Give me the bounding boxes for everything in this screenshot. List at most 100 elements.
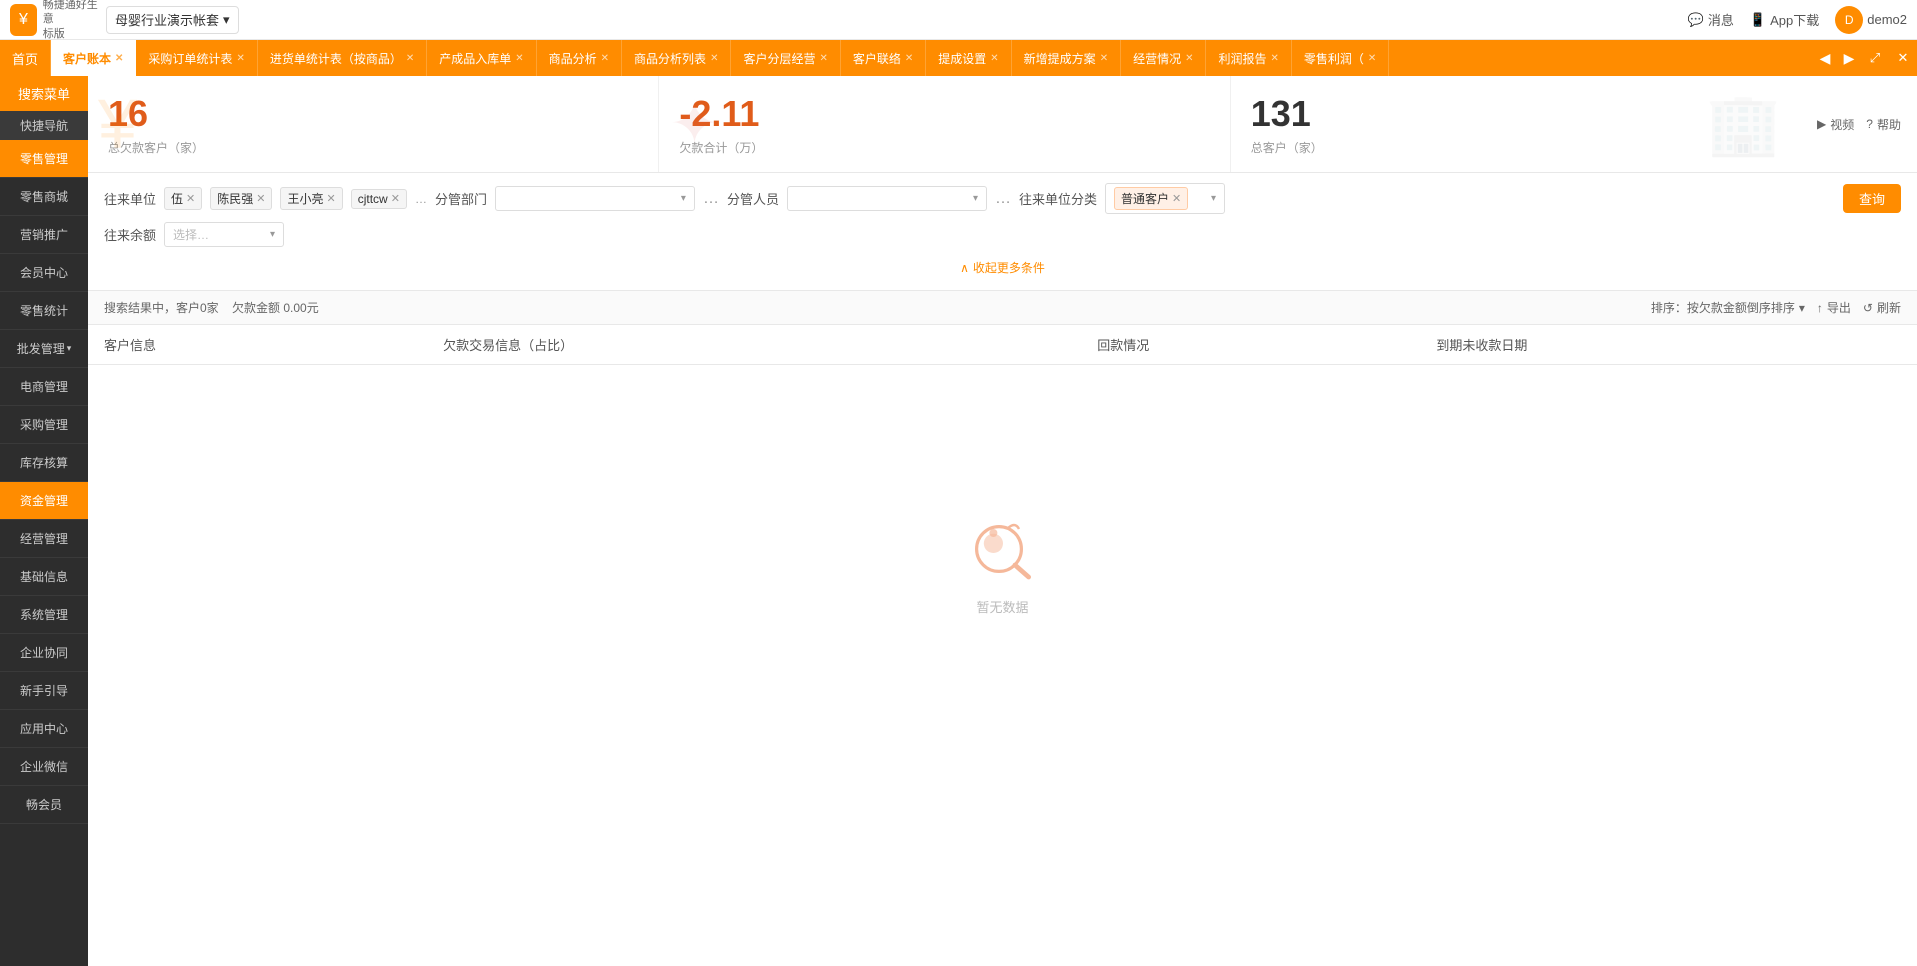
stats-bar: ¥ 16 总欠款客户（家） ✦ -2.11 欠款合计（万） 🏢 131 总客户（… [88,76,1917,173]
close-icon[interactable]: ✕ [1271,53,1279,64]
remove-category[interactable]: ✕ [1172,192,1181,205]
sidebar-item-operations[interactable]: 经营管理 [0,520,88,558]
stat-card-total-customers2: 🏢 131 总客户（家） [1231,76,1801,172]
close-icon[interactable]: ✕ [1368,53,1376,64]
tab-customer-contact[interactable]: 客户联络 ✕ [841,40,926,76]
refresh-button[interactable]: ↺ 刷新 [1863,299,1901,316]
sidebar-item-inventory[interactable]: 库存核算 [0,444,88,482]
sidebar-item-purchase[interactable]: 采购管理 [0,406,88,444]
avatar: D [1835,6,1863,34]
filter-more-tags[interactable]: … [415,192,427,206]
close-icon[interactable]: ✕ [1100,53,1108,64]
sidebar-quick-nav[interactable]: 快捷导航 [0,111,88,140]
user-area[interactable]: D demo2 [1835,6,1907,34]
branch-dept-select[interactable]: ▾ [495,186,695,211]
tab-customer-book[interactable]: 客户账本 ✕ [51,40,136,76]
sidebar-item-finance[interactable]: 资金管理 [0,482,88,520]
store-selector[interactable]: 母婴行业演示帐套 ▾ [106,6,239,34]
tab-profit-report[interactable]: 利润报告 ✕ [1206,40,1291,76]
stat-card-debt: ✦ -2.11 欠款合计（万） [659,76,1230,172]
close-icon[interactable]: ✕ [236,53,244,64]
close-icon[interactable]: ✕ [406,53,414,64]
query-button[interactable]: 查询 [1843,184,1901,213]
filter-bar: 往来单位 伍 ✕ 陈民强 ✕ 王小亮 ✕ cjttcw ✕ … [88,173,1917,291]
close-icon[interactable]: ✕ [990,53,998,64]
tab-product-in[interactable]: 产成品入库单 ✕ [427,40,536,76]
sidebar-item-retail[interactable]: 零售管理 [0,140,88,178]
nav-prev-arrow[interactable]: ◀ [1813,40,1837,76]
close-icon[interactable]: ✕ [1185,53,1193,64]
remove-tag-wang[interactable]: ✕ [327,192,336,205]
stat-card-total-customers: ¥ 16 总欠款客户（家） [88,76,659,172]
sidebar-item-member[interactable]: 会员中心 [0,254,88,292]
filter-row-2: 往来余额 选择… ▾ [104,222,1901,247]
close-icon[interactable]: ✕ [515,53,523,64]
close-icon[interactable]: ✕ [819,53,827,64]
sidebar-item-system[interactable]: 系统管理 [0,596,88,634]
nav-maximize-btn[interactable]: ⤢ [1861,40,1889,76]
export-button[interactable]: ↑ 导出 [1817,299,1851,316]
phone-icon: 📱 [1750,12,1766,28]
sidebar-item-ecommerce[interactable]: 电商管理 [0,368,88,406]
sidebar-item-app-center[interactable]: 应用中心 [0,710,88,748]
sidebar-item-retail-shop[interactable]: 零售商城 [0,178,88,216]
branch-dept-label: 分管部门 [435,189,487,208]
sidebar-item-marketing[interactable]: 营销推广 [0,216,88,254]
tab-inventory-stats[interactable]: 进货单统计表（按商品） ✕ [258,40,427,76]
filter-tag-cj: cjttcw ✕ [351,189,407,209]
tab-new-achievement[interactable]: 新增提成方案 ✕ [1012,40,1121,76]
help-icon: ? [1866,117,1873,131]
collapse-button[interactable]: ∧ 收起更多条件 [104,255,1901,280]
tab-retail-profit[interactable]: 零售利润（ ✕ [1292,40,1389,76]
message-btn[interactable]: 💬 消息 [1688,10,1734,29]
app-download-btn[interactable]: 📱 App下载 [1750,10,1819,29]
close-icon[interactable]: ✕ [710,53,718,64]
tab-raise-settings[interactable]: 提成设置 ✕ [926,40,1011,76]
tab-product-analysis-list[interactable]: 商品分析列表 ✕ [622,40,731,76]
close-icon[interactable]: ✕ [115,53,123,64]
sidebar-item-enterprise-coop[interactable]: 企业协同 [0,634,88,672]
balance-select[interactable]: 选择… ▾ [164,222,284,247]
nav-close-btn[interactable]: ✕ [1889,40,1917,76]
branch-person-select[interactable]: ▾ [787,186,987,211]
tab-customer-layer[interactable]: 客户分层经营 ✕ [731,40,840,76]
sidebar-item-vip-member[interactable]: 畅会员 [0,786,88,824]
tab-purchase-order[interactable]: 采购订单统计表 ✕ [136,40,257,76]
th-debt-info: 欠款交易信息（占比） [427,325,1081,365]
result-actions: 排序：按欠款金额倒序排序 ▾ ↑ 导出 ↺ 刷新 [1651,299,1901,316]
chevron-down-icon: ▾ [1211,193,1216,204]
table-empty-row: 暂无数据 [88,365,1917,757]
nav-next-arrow[interactable]: ▶ [1837,40,1861,76]
filter-tag-wang: 王小亮 ✕ [280,187,342,210]
sidebar-item-wholesale[interactable]: 批发管理 ▾ [0,330,88,368]
close-icon[interactable]: ✕ [905,53,913,64]
empty-text: 暂无数据 [976,597,1028,616]
th-customer-info: 客户信息 [88,325,427,365]
export-icon: ↑ [1817,301,1823,315]
logo-area: ¥ 畅捷通好生意 标版 [10,0,98,41]
tab-home[interactable]: 首页 [0,40,51,76]
sort-selector[interactable]: 排序：按欠款金额倒序排序 ▾ [1651,299,1805,316]
branch-person-more[interactable]: … [995,191,1011,207]
branch-dept-more[interactable]: … [703,191,719,207]
chevron-down-icon: ▾ [270,229,275,240]
unit-category-select[interactable]: 普通客户 ✕ ▾ [1105,183,1225,214]
sidebar-item-newbie[interactable]: 新手引导 [0,672,88,710]
tab-product-analysis[interactable]: 商品分析 ✕ [537,40,622,76]
remove-tag-chen[interactable]: ✕ [256,192,265,205]
close-icon[interactable]: ✕ [601,53,609,64]
tab-operation[interactable]: 经营情况 ✕ [1121,40,1206,76]
video-btn[interactable]: ▶ 视频 [1817,116,1854,133]
sidebar-item-retail-stats[interactable]: 零售统计 [0,292,88,330]
unit-category-label: 往来单位分类 [1019,189,1097,208]
remove-tag-cj[interactable]: ✕ [391,192,400,205]
sidebar-item-enterprise-wechat[interactable]: 企业微信 [0,748,88,786]
empty-state: 暂无数据 [88,425,1917,696]
branch-person-label: 分管人员 [727,189,779,208]
sidebar-search[interactable]: 搜索菜单 [0,76,88,111]
sidebar-item-basic-info[interactable]: 基础信息 [0,558,88,596]
chevron-up-icon: ∧ [960,261,969,275]
result-summary: 搜索结果中，客户0家 欠款金额 0.00元 [104,299,319,316]
help-btn[interactable]: ? 帮助 [1866,116,1901,133]
remove-tag-wu[interactable]: ✕ [186,192,195,205]
